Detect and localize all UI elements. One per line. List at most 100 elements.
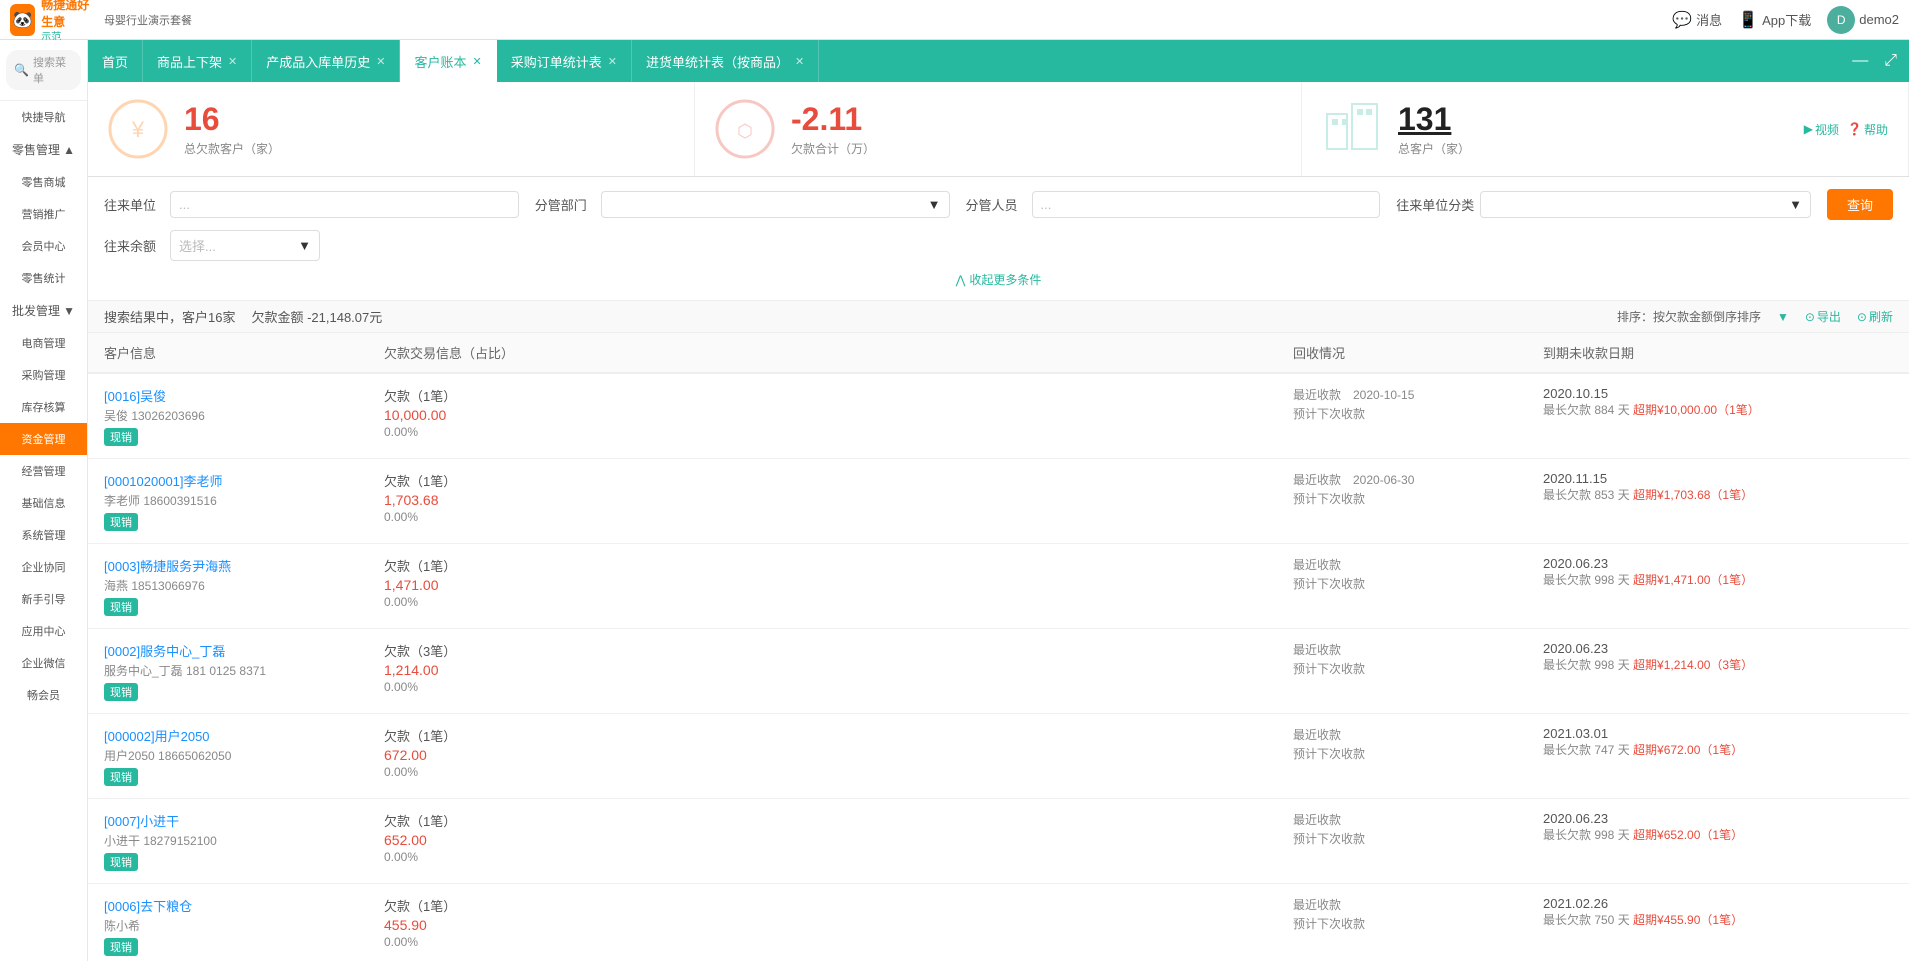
overdue-tag[interactable]: 超期¥10,000.00（1笔） [1633,403,1760,417]
sidebar-item-member[interactable]: 会员中心 [0,230,87,262]
customer-info-cell: [000002]用户2050 用户2050 18665062050 现销 [104,726,384,786]
due-date-cell: 2020.06.23 最长欠款 998 天 超期¥1,471.00（1笔） [1543,556,1893,588]
sidebar-item-marketing[interactable]: 营销推广 [0,198,87,230]
tab-close-customer-account[interactable]: ✕ [473,55,482,68]
customer-badge: 现销 [104,853,138,871]
sidebar-item-finance[interactable]: 资金管理 [0,423,87,455]
svg-text:⬡: ⬡ [737,121,753,141]
tab-close-purchase-stats[interactable]: ✕ [795,55,804,68]
card3-icon [1322,99,1382,159]
owe-percent: 0.00% [384,765,1293,779]
video-btn[interactable]: ▶ 视频 [1804,121,1839,138]
customer-name[interactable]: [0002]服务中心_丁磊 [104,641,384,660]
filter-person-dots: ... [1041,197,1052,212]
menu-search-placeholder: 搜索菜单 [33,54,73,86]
tab-home[interactable]: 首页 [88,40,143,82]
collapse-row[interactable]: ⋀ 收起更多条件 [104,271,1893,288]
col-due-date: 到期未收款日期 [1543,343,1893,362]
collect-label: 最近收款 2020-06-30 [1293,471,1543,488]
tab-close-product-online[interactable]: ✕ [228,55,237,68]
customer-info-cell: [0007]小进干 小进干 18279152100 现销 [104,811,384,871]
sidebar-item-retail-mall[interactable]: 零售商城 [0,166,87,198]
filter-person-input[interactable]: ... [1032,191,1381,218]
due-date: 2021.03.01 [1543,726,1893,741]
table-body: [0016]吴俊 吴俊 13026203696 现销 欠款（1笔） 10,000… [88,374,1909,961]
sidebar-item-newbie[interactable]: 新手引导 [0,583,87,615]
logo-area: 🐼 畅捷通好生意 示范 [10,0,98,43]
overdue-tag[interactable]: 超期¥1,471.00（1笔） [1633,573,1753,587]
tab-customer-account[interactable]: 客户账本 ✕ [400,40,496,82]
sort-label: 排序：按欠款金额倒序排序 [1617,308,1761,325]
menu-search-box[interactable]: 🔍 搜索菜单 [6,50,81,90]
help-btn[interactable]: ❓ 帮助 [1847,121,1888,138]
sort-dropdown-icon[interactable]: ▼ [1777,310,1789,324]
overdue-tag[interactable]: 超期¥1,214.00（3笔） [1633,658,1753,672]
customer-badge: 现销 [104,513,138,531]
table-area: 客户信息 欠款交易信息（占比） 回收情况 到期未收款日期 [0016]吴俊 吴俊… [88,333,1909,961]
sidebar-item-retail-stats[interactable]: 零售统计 [0,262,87,294]
sidebar-item-quick-nav[interactable]: 快捷导航 [0,101,87,133]
filter-balance-select[interactable]: 选择... ▼ [170,230,320,261]
result-customer-count: 搜索结果中，客户16家 [104,307,235,326]
tab-purchase-order[interactable]: 采购订单统计表 ✕ [497,40,632,82]
customer-name[interactable]: [0016]吴俊 [104,386,384,405]
owe-percent: 0.00% [384,510,1293,524]
collect-info-cell: 最近收款 预计下次收款 [1293,641,1543,677]
customer-info-cell: [0016]吴俊 吴俊 13026203696 现销 [104,386,384,446]
app-download-btn[interactable]: 📱 App下载 [1738,10,1811,30]
filter-from-unit-label: 往来单位 [104,195,164,214]
due-date: 2020.11.15 [1543,471,1893,486]
customer-name[interactable]: [0006]去下粮仓 [104,896,384,915]
message-btn[interactable]: 💬 消息 [1672,10,1722,30]
owe-percent: 0.00% [384,680,1293,694]
filter-unit-category-select[interactable]: ▼ [1480,191,1811,218]
tab-product-instock[interactable]: 产成品入库单历史 ✕ [252,40,400,82]
sidebar-item-enterprise[interactable]: 企业协同 [0,551,87,583]
sidebar-item-apps[interactable]: 应用中心 [0,615,87,647]
sidebar-item-retail-mgmt[interactable]: 零售管理 ▲ [0,133,87,166]
customer-name[interactable]: [0007]小进干 [104,811,384,830]
sidebar-item-wechat[interactable]: 企业微信 [0,647,87,679]
content-area: ¥ 16 总欠款客户（家） ⬡ [88,82,1909,961]
collect-info-cell: 最近收款 预计下次收款 [1293,896,1543,932]
owe-amount: 1,703.68 [384,492,1293,508]
tab-close-product-instock[interactable]: ✕ [376,55,385,68]
customer-name[interactable]: [0001020001]李老师 [104,471,384,490]
customer-name[interactable]: [0003]畅捷服务尹海燕 [104,556,384,575]
sidebar-item-operations[interactable]: 经营管理 [0,455,87,487]
owe-count: 欠款（1笔） [384,726,1293,745]
overdue-tag[interactable]: 超期¥652.00（1笔） [1633,828,1743,842]
sidebar-item-inventory[interactable]: 库存核算 [0,391,87,423]
sidebar-item-purchase[interactable]: 采购管理 [0,359,87,391]
table-row: [000002]用户2050 用户2050 18665062050 现销 欠款（… [88,714,1909,799]
tabs-maximize-btn[interactable]: ⤢ [1880,50,1901,72]
tab-product-online[interactable]: 商品上下架 ✕ [143,40,252,82]
sidebar-item-wholesale-mgmt[interactable]: 批发管理 ▼ [0,294,87,327]
table-row: [0002]服务中心_丁磊 服务中心_丁磊 181 0125 8371 现销 欠… [88,629,1909,714]
search-button[interactable]: 查询 [1827,189,1893,220]
customer-name[interactable]: [000002]用户2050 [104,726,384,745]
customer-info-cell: [0002]服务中心_丁磊 服务中心_丁磊 181 0125 8371 现销 [104,641,384,701]
sidebar-item-system[interactable]: 系统管理 [0,519,87,551]
user-menu-btn[interactable]: D demo2 [1827,6,1899,34]
owe-info-cell: 欠款（3笔） 1,214.00 0.00% [384,641,1293,694]
collect-label: 最近收款 [1293,896,1543,913]
overdue-tag[interactable]: 超期¥455.90（1笔） [1633,913,1743,927]
filter-unit-category-label: 往来单位分类 [1396,195,1474,214]
overdue-tag[interactable]: 超期¥672.00（1笔） [1633,743,1743,757]
tab-close-purchase-order[interactable]: ✕ [608,55,617,68]
owe-amount: 1,471.00 [384,577,1293,593]
sidebar-item-ecommerce[interactable]: 电商管理 [0,327,87,359]
export-btn[interactable]: ⊙ 导出 [1805,308,1841,325]
sidebar-item-base-info[interactable]: 基础信息 [0,487,87,519]
overdue-tag[interactable]: 超期¥1,703.68（1笔） [1633,488,1753,502]
overdue-days: 最长欠款 747 天 超期¥672.00（1笔） [1543,741,1893,758]
sidebar-item-member-vip[interactable]: 畅会员 [0,679,87,711]
tab-purchase-stats[interactable]: 进货单统计表（按商品） ✕ [632,40,819,82]
tabs-minimize-btn[interactable]: — [1848,50,1872,72]
filter-from-unit-input[interactable]: ... [170,191,519,218]
filter-department-select[interactable]: ▼ [601,191,950,218]
refresh-btn[interactable]: ⊙ 刷新 [1857,308,1893,325]
due-date-cell: 2020.06.23 最长欠款 998 天 超期¥652.00（1笔） [1543,811,1893,843]
system-name: 母婴行业演示套餐 [104,12,192,28]
